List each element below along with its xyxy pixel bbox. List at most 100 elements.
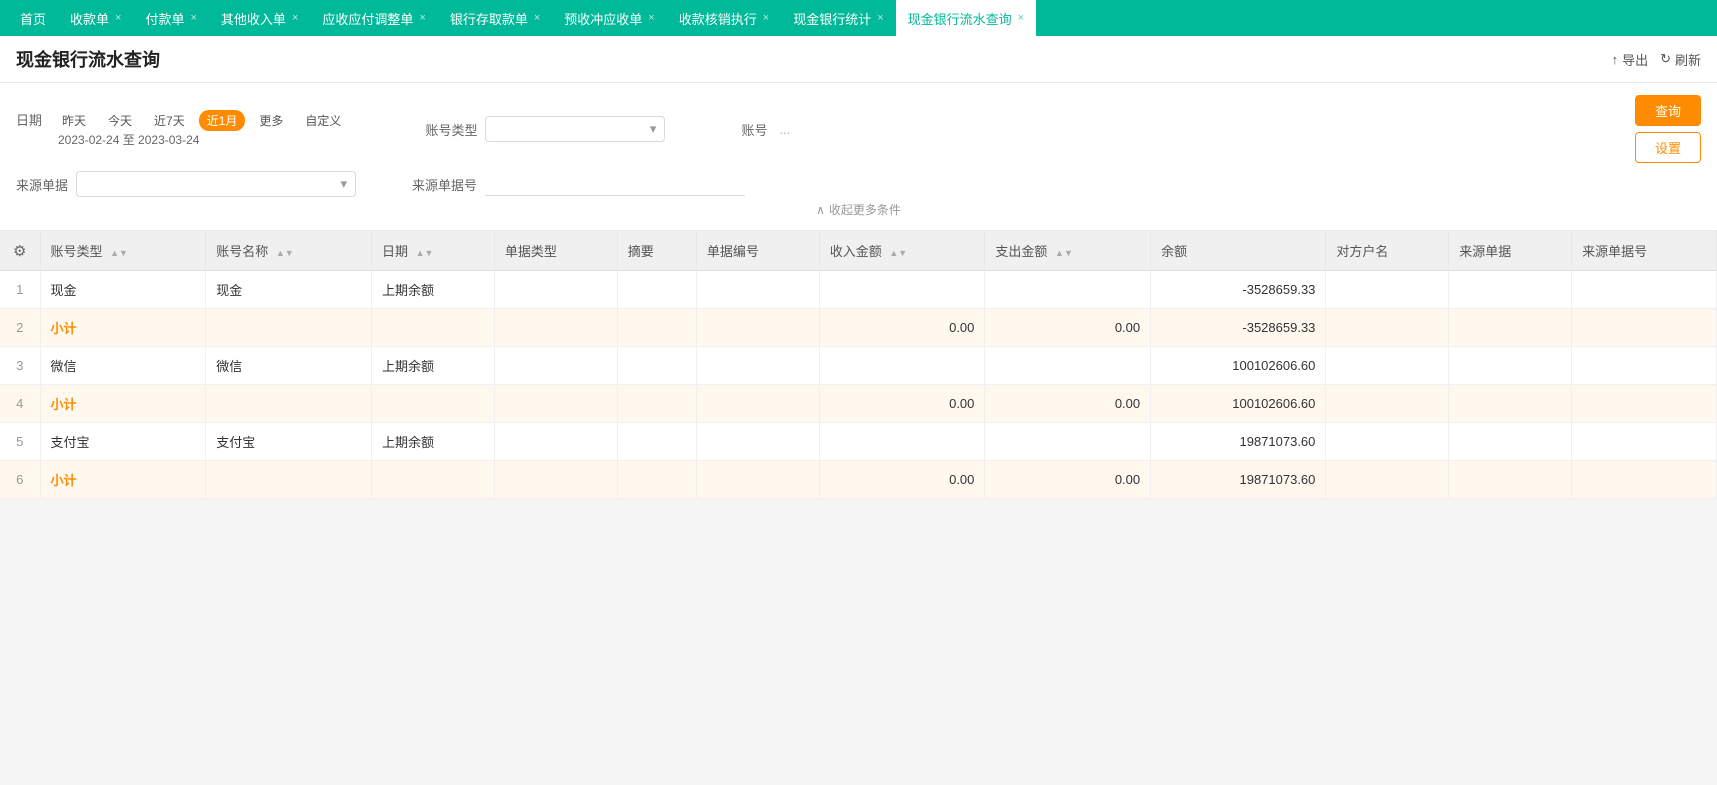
account-type-chevron: ▾ [650, 121, 657, 137]
row-expense: 0.00 [985, 309, 1151, 347]
nav-cash-stats-close[interactable]: × [877, 12, 883, 24]
settings-button[interactable]: 设置 [1635, 132, 1701, 163]
date-opt-custom[interactable]: 自定义 [297, 110, 349, 131]
sort-date[interactable]: ▲▼ [416, 248, 434, 258]
sort-expense[interactable]: ▲▼ [1055, 248, 1073, 258]
col-balance: 余额 [1151, 231, 1326, 271]
row-source-voucher [1449, 423, 1572, 461]
row-account-type: 小计 [40, 309, 206, 347]
col-summary-label: 摘要 [628, 244, 654, 259]
row-source-voucher [1449, 309, 1572, 347]
row-source-voucher-no [1572, 271, 1717, 309]
row-account-type: 小计 [40, 385, 206, 423]
nav-home-label: 首页 [20, 9, 46, 28]
col-voucher-type-label: 单据类型 [505, 244, 557, 259]
row-source-voucher-no [1572, 461, 1717, 499]
sort-account-type[interactable]: ▲▼ [110, 248, 128, 258]
source-voucher-select[interactable]: ▾ [76, 171, 356, 197]
nav-advance-offset[interactable]: 预收冲应收单 × [552, 0, 666, 36]
date-range-display: 2023-02-24 至 2023-03-24 [58, 131, 349, 148]
row-summary [617, 385, 696, 423]
nav-receipt[interactable]: 收款单 × [58, 0, 133, 36]
col-voucher-type[interactable]: 单据类型 [494, 231, 617, 271]
account-type-value [494, 122, 498, 137]
row-summary [617, 309, 696, 347]
row-date: 上期余额 [371, 423, 494, 461]
row-source-voucher [1449, 347, 1572, 385]
nav-adjustment[interactable]: 应收应付调整单 × [310, 0, 437, 36]
row-number: 3 [0, 347, 40, 385]
table-row: 2小计0.000.00-3528659.33 [0, 309, 1717, 347]
row-voucher-no [696, 271, 819, 309]
date-opt-yesterday[interactable]: 昨天 [54, 110, 94, 131]
col-account-name[interactable]: 账号名称 ▲▼ [206, 231, 372, 271]
row-voucher-type [494, 461, 617, 499]
nav-bank-deposit[interactable]: 银行存取款单 × [438, 0, 552, 36]
row-account-type: 支付宝 [40, 423, 206, 461]
row-balance: 100102606.60 [1151, 347, 1326, 385]
row-expense [985, 423, 1151, 461]
date-filter-label: 日期 [16, 110, 46, 129]
top-navigation: 首页 收款单 × 付款单 × 其他收入单 × 应收应付调整单 × 银行存取款单 … [0, 0, 1717, 36]
date-opt-today[interactable]: 今天 [100, 110, 140, 131]
table-row: 1现金现金上期余额-3528659.33 [0, 271, 1717, 309]
col-date[interactable]: 日期 ▲▼ [371, 231, 494, 271]
sort-income[interactable]: ▲▼ [889, 248, 907, 258]
nav-payment-close[interactable]: × [190, 12, 196, 24]
nav-bank-deposit-close[interactable]: × [534, 12, 540, 24]
date-opt-7days[interactable]: 近7天 [146, 110, 193, 131]
col-voucher-no-label: 单据编号 [707, 244, 759, 259]
row-source-voucher [1449, 385, 1572, 423]
row-number: 2 [0, 309, 40, 347]
row-expense [985, 271, 1151, 309]
collapse-button[interactable]: ∧ 收起更多条件 [16, 197, 1701, 218]
col-settings[interactable]: ⚙ [0, 231, 40, 271]
nav-other-income-close[interactable]: × [292, 12, 298, 24]
gear-icon[interactable]: ⚙ [13, 243, 26, 260]
refresh-button[interactable]: ↻ 刷新 [1660, 50, 1701, 69]
col-source-voucher: 来源单据 [1449, 231, 1572, 271]
col-expense[interactable]: 支出金额 ▲▼ [985, 231, 1151, 271]
page-header: 现金银行流水查询 ↑ 导出 ↻ 刷新 [0, 36, 1717, 83]
row-number: 4 [0, 385, 40, 423]
nav-cash-stats[interactable]: 现金银行统计 × [781, 0, 895, 36]
date-opt-1month[interactable]: 近1月 [199, 110, 246, 131]
row-voucher-no [696, 423, 819, 461]
col-account-type[interactable]: 账号类型 ▲▼ [40, 231, 206, 271]
row-date: 上期余额 [371, 271, 494, 309]
nav-collection-exec[interactable]: 收款核销执行 × [667, 0, 781, 36]
nav-collection-exec-close[interactable]: × [763, 12, 769, 24]
nav-home[interactable]: 首页 [8, 0, 58, 36]
col-account-type-label: 账号类型 [51, 244, 103, 259]
row-balance: 100102606.60 [1151, 385, 1326, 423]
row-balance: 19871073.60 [1151, 461, 1326, 499]
table-body: 1现金现金上期余额-3528659.332小计0.000.00-3528659.… [0, 271, 1717, 499]
row-expense: 0.00 [985, 385, 1151, 423]
nav-receipt-close[interactable]: × [115, 12, 121, 24]
account-type-select[interactable]: ▾ [485, 116, 665, 142]
nav-payment[interactable]: 付款单 × [133, 0, 208, 36]
col-income[interactable]: 收入金额 ▲▼ [819, 231, 985, 271]
nav-adjustment-close[interactable]: × [419, 12, 425, 24]
row-expense [985, 347, 1151, 385]
source-voucher-no-input[interactable] [485, 172, 745, 196]
query-button[interactable]: 查询 [1635, 95, 1701, 126]
row-date [371, 461, 494, 499]
row-voucher-no [696, 347, 819, 385]
export-button[interactable]: ↑ 导出 [1612, 50, 1649, 69]
row-source-voucher [1449, 461, 1572, 499]
nav-other-income-label: 其他收入单 [221, 9, 286, 28]
sort-account-name[interactable]: ▲▼ [276, 248, 294, 258]
nav-other-income[interactable]: 其他收入单 × [209, 0, 310, 36]
row-balance: -3528659.33 [1151, 309, 1326, 347]
nav-cash-flow[interactable]: 现金银行流水查询 × [896, 0, 1036, 36]
date-opt-more[interactable]: 更多 [251, 110, 291, 131]
filter-row-2: 来源单据 ▾ 来源单据号 [16, 171, 1701, 197]
nav-cash-flow-close[interactable]: × [1018, 12, 1024, 24]
row-account-type: 现金 [40, 271, 206, 309]
refresh-icon: ↻ [1660, 51, 1671, 67]
account-dots: ... [779, 122, 790, 137]
nav-advance-offset-close[interactable]: × [648, 12, 654, 24]
col-balance-label: 余额 [1161, 244, 1187, 259]
export-icon: ↑ [1612, 52, 1619, 67]
